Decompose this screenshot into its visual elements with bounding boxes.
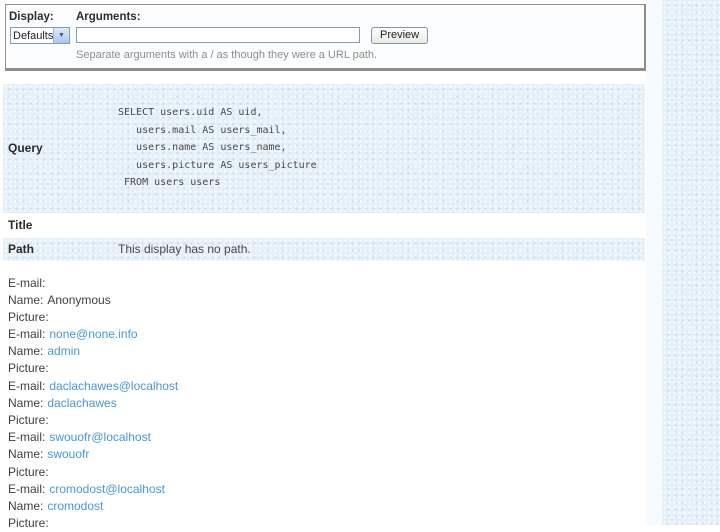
arguments-input[interactable] [76,27,360,43]
preview-form-grid: Display: Defaults ▼ Arguments: Preview S… [9,10,636,61]
user-email-line: E-mail: [8,275,646,292]
user-name-link[interactable]: cromodost [47,499,103,513]
user-picture-line: Picture: [8,412,646,429]
picture-field-label: Picture: [8,413,49,427]
user-name-link[interactable]: daclachawes [47,396,116,410]
name-field-label: Name: [8,447,43,461]
path-row: Path This display has no path. [3,238,645,261]
arguments-label: Arguments: [76,11,636,23]
user-row: E-mail: swouofr@localhost Name: swouofr Pi… [8,429,646,481]
path-row-label: Path [3,238,118,261]
email-field-label: E-mail: [8,276,45,290]
user-name-line: Name: Anonymous [8,292,646,309]
picture-field-label: Picture: [8,310,49,324]
user-picture-line: Picture: [8,515,646,532]
user-email-link[interactable]: daclachawes@localhost [49,379,178,393]
display-label: Display: [9,11,76,23]
user-row: E-mail: none@none.info Name: admin Picture… [8,326,646,378]
arguments-help-text: Separate arguments with a / as though th… [76,49,636,61]
page-background-pattern [662,0,720,525]
user-row: E-mail: cromodost@localhost Name: cromodos… [8,481,646,532]
user-email-link[interactable]: none@none.info [49,327,137,341]
user-name-value: Anonymous [47,293,110,307]
arguments-column: Arguments: Preview Separate arguments wi… [76,10,636,61]
query-row-value: SELECT users.uid AS uid, users.mail AS u… [118,90,645,206]
user-picture-line: Picture: [8,309,646,326]
user-email-link[interactable]: cromodost@localhost [49,482,165,496]
path-row-value: This display has no path. [118,238,645,261]
query-sql: SELECT users.uid AS uid, users.mail AS u… [118,104,645,192]
name-field-label: Name: [8,293,43,307]
user-name-line: Name: admin [8,343,646,360]
chevron-down-icon: ▼ [53,28,69,43]
email-field-label: E-mail: [8,482,45,496]
preview-form: Display: Defaults ▼ Arguments: Preview S… [5,4,646,71]
title-row-label: Title [3,213,118,238]
user-name-link[interactable]: admin [47,344,80,358]
user-picture-line: Picture: [8,360,646,377]
user-picture-line: Picture: [8,464,646,481]
title-row: Title [3,212,645,238]
email-field-label: E-mail: [8,379,45,393]
name-field-label: Name: [8,499,43,513]
display-column: Display: Defaults ▼ [9,10,76,61]
user-name-line: Name: swouofr [8,446,646,463]
email-field-label: E-mail: [8,327,45,341]
user-name-line: Name: daclachawes [8,395,646,412]
user-email-line: E-mail: cromodost@localhost [8,481,646,498]
query-row-label: Query [3,90,118,206]
name-field-label: Name: [8,344,43,358]
email-field-label: E-mail: [8,430,45,444]
user-email-line: E-mail: daclachawes@localhost [8,378,646,395]
user-name-link[interactable]: swouofr [47,447,89,461]
user-email-line: E-mail: swouofr@localhost [8,429,646,446]
preview-info-table: Query SELECT users.uid AS uid, users.mai… [3,84,645,261]
user-email-line: E-mail: none@none.info [8,326,646,343]
preview-button[interactable]: Preview [371,27,428,44]
picture-field-label: Picture: [8,465,49,479]
user-row: E-mail: daclachawes@localhost Name: daclac… [8,378,646,430]
picture-field-label: Picture: [8,361,49,375]
arguments-row: Preview [76,27,636,44]
picture-field-label: Picture: [8,516,49,530]
content-area: Display: Defaults ▼ Arguments: Preview S… [0,0,646,532]
user-name-line: Name: cromodost [8,498,646,515]
query-row: Query SELECT users.uid AS uid, users.mai… [3,84,645,212]
name-field-label: Name: [8,396,43,410]
preview-results-list: E-mail: Name: Anonymous Picture: E-mail: n… [8,275,646,532]
user-email-link[interactable]: swouofr@localhost [49,430,151,444]
display-select-value: Defaults [11,30,53,42]
user-row: E-mail: Name: Anonymous Picture: [8,275,646,327]
title-row-value [118,213,645,238]
display-select[interactable]: Defaults ▼ [10,27,70,44]
